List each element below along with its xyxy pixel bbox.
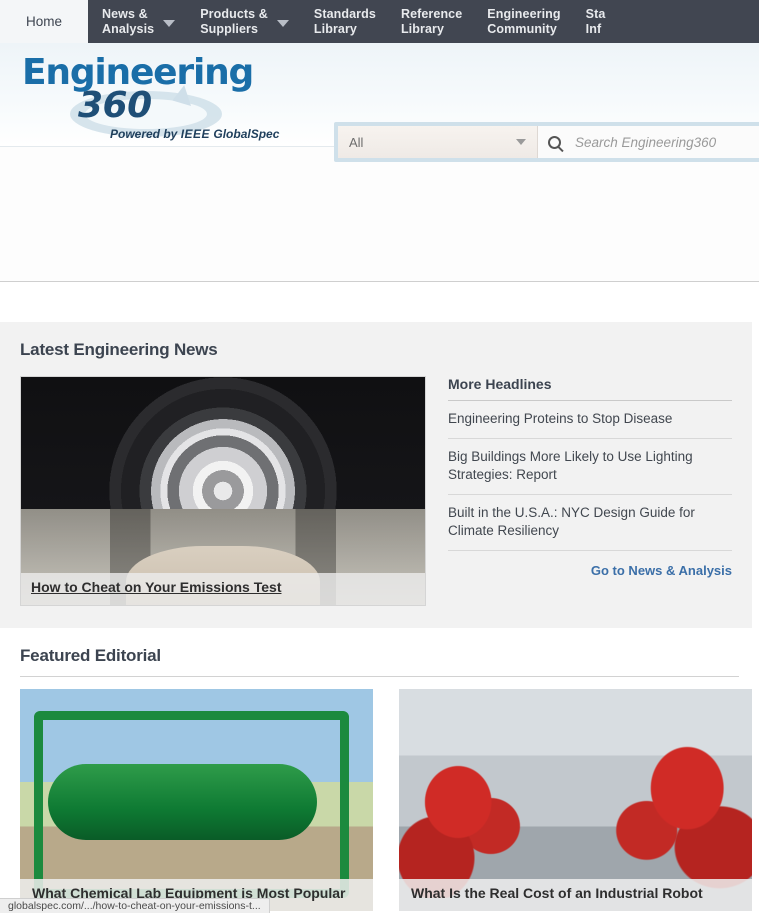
nav-item-label: Products & Suppliers <box>200 6 268 36</box>
search-scope-select[interactable]: All <box>338 126 538 158</box>
nav-home-label: Home <box>25 14 62 29</box>
lead-news-link[interactable]: How to Cheat on Your Emissions Test <box>31 579 281 595</box>
headline-item[interactable]: Engineering Proteins to Stop Disease <box>448 401 732 439</box>
nav-item-label: Engineering Community <box>487 6 561 36</box>
chevron-down-icon[interactable] <box>276 19 289 27</box>
nav-item-label: Reference Library <box>400 6 463 36</box>
search-input[interactable]: Search Engineering360 <box>575 135 716 150</box>
nav-item-home[interactable]: Home <box>0 0 88 43</box>
search-input-wrapper[interactable]: Search Engineering360 <box>538 126 759 158</box>
primary-navigation: Home News & Analysis Products & Supplier… <box>0 0 759 43</box>
nav-item-products-suppliers[interactable]: Products & Suppliers <box>186 0 300 43</box>
nav-items-container: News & Analysis Products & Suppliers Sta… <box>88 0 759 43</box>
headline-item[interactable]: Big Buildings More Likely to Use Lightin… <box>448 439 732 495</box>
search-scope-value: All <box>349 134 364 150</box>
goto-news-analysis-link[interactable]: Go to News & Analysis <box>448 551 732 578</box>
advertisement-banner-slot <box>0 147 759 282</box>
featured-card-image <box>399 689 752 911</box>
featured-card-image <box>20 689 373 911</box>
chevron-down-icon[interactable] <box>163 19 176 27</box>
logo-number: 360 <box>78 85 152 126</box>
nav-item-engineering-community[interactable]: Engineering Community <box>473 0 571 43</box>
content-gap <box>0 282 759 322</box>
chevron-down-icon <box>516 139 526 145</box>
lead-news-card[interactable]: How to Cheat on Your Emissions Test <box>20 376 426 606</box>
nav-item-reference-library[interactable]: Reference Library <box>387 0 473 43</box>
search-bar: All Search Engineering360 <box>334 122 759 162</box>
site-logo[interactable]: Engineering 360 Powered by IEEE GlobalSp… <box>22 49 312 141</box>
more-headlines-title: More Headlines <box>448 376 732 401</box>
nav-item-label: Standards Library <box>313 6 376 36</box>
featured-editorial-title: Featured Editorial <box>20 646 739 677</box>
nav-item-label: Sta Inf <box>585 6 606 36</box>
latest-news-panel: Latest Engineering News How to Cheat on … <box>0 322 752 628</box>
lead-news-image <box>21 377 425 605</box>
featured-card[interactable]: What Chemical Lab Equipment is Most Popu… <box>20 689 373 911</box>
logo-tagline-prefix: Powered by <box>110 127 181 141</box>
news-columns: How to Cheat on Your Emissions Test More… <box>20 376 732 606</box>
lead-news-caption: How to Cheat on Your Emissions Test <box>21 573 425 605</box>
nav-item-standards-information[interactable]: Sta Inf <box>572 0 617 43</box>
headline-item[interactable]: Built in the U.S.A.: NYC Design Guide fo… <box>448 495 732 551</box>
status-bar-url: globalspec.com/.../how-to-cheat-on-your-… <box>8 900 261 912</box>
logo-tagline-suffix: GlobalSpec <box>210 127 280 141</box>
featured-card[interactable]: What Is the Real Cost of an Industrial R… <box>399 689 752 911</box>
browser-status-bar: globalspec.com/.../how-to-cheat-on-your-… <box>0 898 270 913</box>
nav-item-standards-library[interactable]: Standards Library <box>300 0 387 43</box>
featured-cards-row: What Chemical Lab Equipment is Most Popu… <box>20 689 752 911</box>
featured-card-caption: What Is the Real Cost of an Industrial R… <box>399 879 752 911</box>
nav-item-label: News & Analysis <box>102 6 155 36</box>
logo-tagline-ieee: IEEE <box>180 127 211 141</box>
logo-tagline: Powered by IEEE GlobalSpec <box>110 127 279 141</box>
search-icon[interactable] <box>548 135 561 149</box>
search-bar-inner: All Search Engineering360 <box>338 126 759 158</box>
brand-header: Engineering 360 Powered by IEEE GlobalSp… <box>0 43 759 162</box>
nav-item-news-analysis[interactable]: News & Analysis <box>88 0 186 43</box>
latest-news-title: Latest Engineering News <box>20 340 218 359</box>
more-headlines-column: More Headlines Engineering Proteins to S… <box>426 376 732 606</box>
featured-card-link[interactable]: What Is the Real Cost of an Industrial R… <box>411 885 703 901</box>
featured-editorial-section: Featured Editorial What Chemical Lab Equ… <box>0 628 759 911</box>
